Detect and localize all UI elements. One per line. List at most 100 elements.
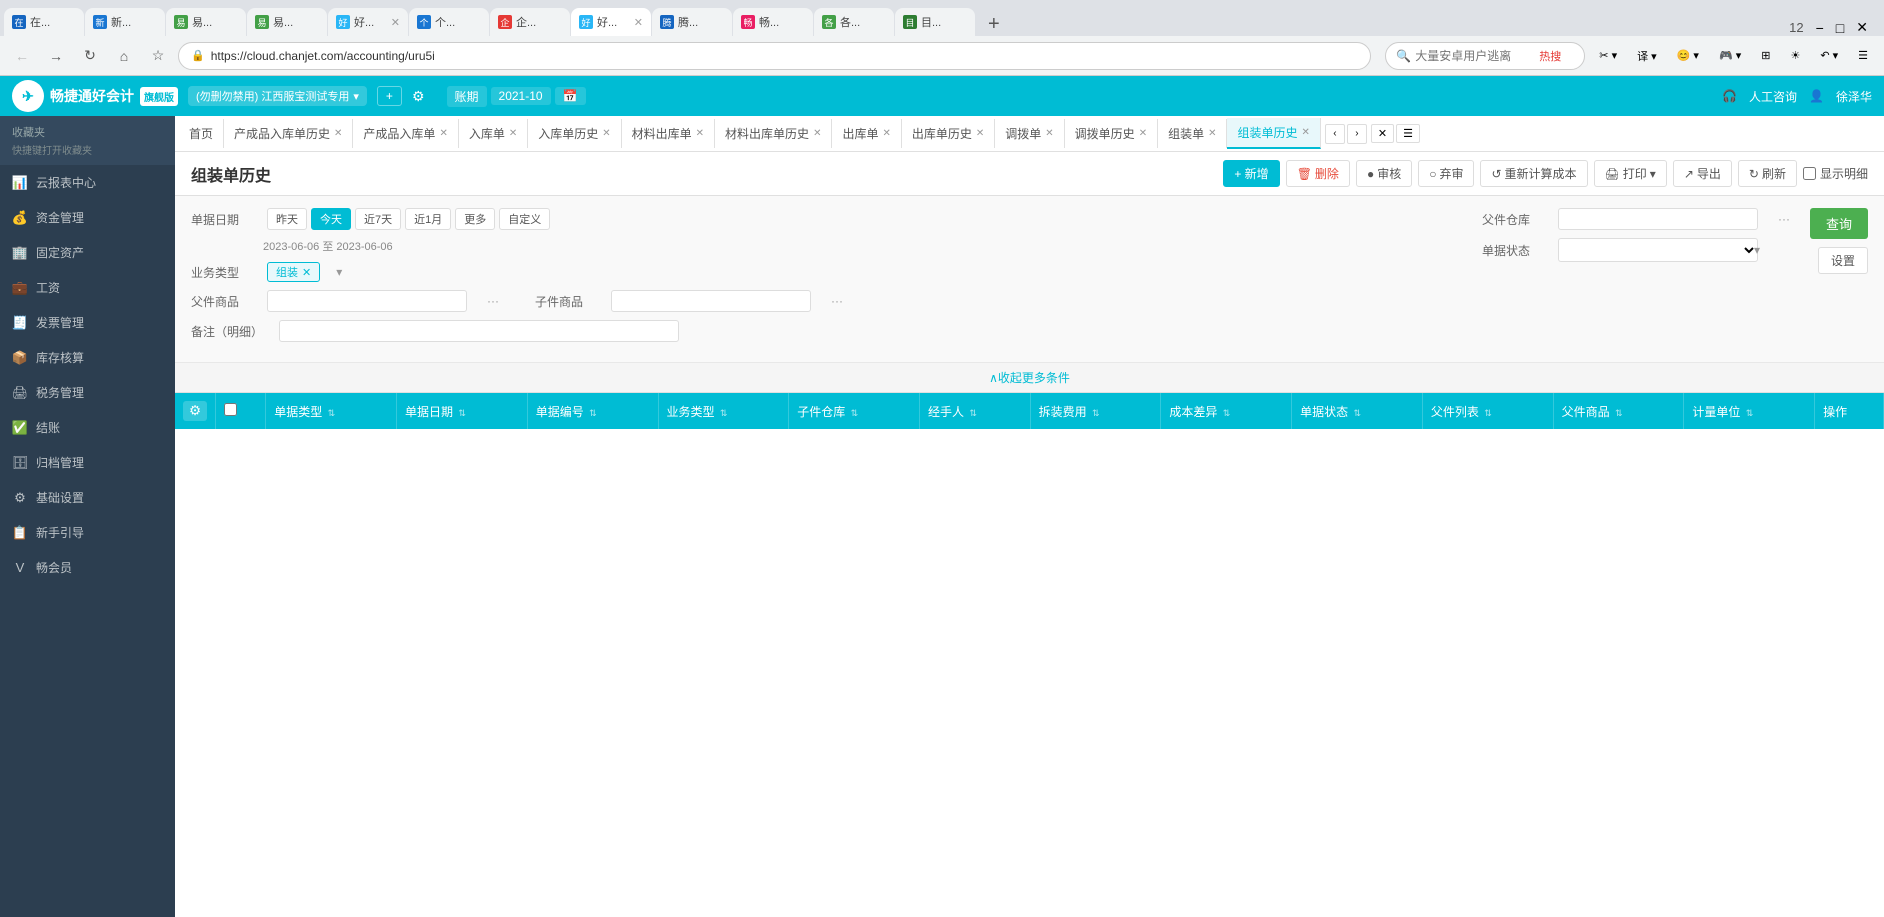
main-tab-4-close[interactable]: ✕ [602,128,610,139]
tab-scroll-right[interactable]: › [1347,124,1367,144]
sidebar-item-cloud-report[interactable]: 📊 云报表中心 [0,165,175,200]
child-product-more[interactable]: ··· [831,294,843,308]
close-tab-btn[interactable]: ✕ [1371,124,1394,143]
maximize-button[interactable]: □ [1836,20,1844,36]
browser-tab-4[interactable]: 好 好... ✕ [328,8,408,36]
tab-close-4[interactable]: ✕ [391,16,400,29]
main-tab-4[interactable]: 入库单历史 ✕ [528,119,621,148]
sidebar-item-fixed-assets[interactable]: 🏢 固定资产 [0,235,175,270]
back-button[interactable]: ← [8,42,36,70]
main-tab-7[interactable]: 出库单 ✕ [832,119,901,148]
main-tab-6-close[interactable]: ✕ [813,128,821,139]
home-button[interactable]: ⌂ [110,42,138,70]
game-btn[interactable]: 🎮 ▾ [1711,42,1749,70]
translate-btn[interactable]: 译 ▾ [1629,42,1665,70]
business-type-remove[interactable]: ✕ [302,266,311,279]
browser-tab-3[interactable]: 易 易... [247,8,327,36]
main-tab-10-close[interactable]: ✕ [1139,128,1147,139]
search-input[interactable] [1415,49,1535,63]
col-subwarehouse[interactable]: 子件仓库 ⇅ [789,393,920,429]
main-tab-8-close[interactable]: ✕ [976,128,984,139]
date-btn-1month[interactable]: 近1月 [405,208,451,230]
tab-options-btn[interactable]: ☰ [1396,124,1420,143]
main-tab-7-close[interactable]: ✕ [882,128,890,139]
parent-warehouse-more[interactable]: ··· [1778,212,1790,226]
menu-btn[interactable]: ☰ [1850,42,1876,70]
business-type-dropdown[interactable]: ▾ [336,265,342,279]
scissors-btn[interactable]: ✂ ▾ [1591,42,1625,70]
table-settings-btn[interactable]: ⚙ [183,401,207,421]
parent-product-more[interactable]: ··· [487,294,499,308]
sidebar-item-checkout[interactable]: ✅ 结账 [0,410,175,445]
username[interactable]: 徐泽华 [1836,88,1872,105]
reload-button[interactable]: ↻ [76,42,104,70]
add-button[interactable]: + 新增 [1223,160,1279,187]
col-handler[interactable]: 经手人 ⇅ [920,393,1031,429]
notes-input[interactable] [279,320,679,342]
parent-warehouse-input[interactable] [1558,208,1758,230]
browser-tab-9[interactable]: 畅 畅... [733,8,813,36]
undo-btn[interactable]: ↶ ▾ [1812,42,1846,70]
main-tab-1[interactable]: 产成品入库单历史 ✕ [224,119,353,148]
col-parent-list[interactable]: 父件列表 ⇅ [1422,393,1553,429]
show-detail-checkbox[interactable]: 显示明细 [1803,165,1868,182]
sidebar-item-payroll[interactable]: 💼 工资 [0,270,175,305]
recalculate-button[interactable]: ↺ 重新计算成本 [1480,160,1587,187]
tab-scroll-left[interactable]: ‹ [1325,124,1345,144]
browser-tab-2[interactable]: 易 易... [166,8,246,36]
main-tab-9-close[interactable]: ✕ [1045,128,1053,139]
main-tab-6[interactable]: 材料出库单历史 ✕ [715,119,832,148]
main-tab-2[interactable]: 产成品入库单 ✕ [353,119,458,148]
col-type[interactable]: 单据类型 ⇅ [266,393,397,429]
period-selector[interactable]: 账期 2021-10 📅 [447,86,586,107]
main-tab-3[interactable]: 入库单 ✕ [459,119,528,148]
main-tab-1-close[interactable]: ✕ [334,128,342,139]
hot-search-label[interactable]: 热搜 [1539,48,1561,64]
select-all-checkbox[interactable] [224,403,237,416]
collapse-bar[interactable]: ∧ 收起更多条件 [175,363,1884,393]
main-tab-12[interactable]: 组装单历史 ✕ [1227,118,1320,149]
table-settings-th[interactable]: ⚙ [175,393,215,429]
col-unit[interactable]: 计量单位 ⇅ [1684,393,1815,429]
col-date[interactable]: 单据日期 ⇅ [397,393,528,429]
settings-btn-header[interactable]: ⚙ [412,88,425,105]
query-button[interactable]: 查询 [1810,208,1868,239]
main-tab-10[interactable]: 调拨单历史 ✕ [1065,119,1158,148]
col-parent-product[interactable]: 父件商品 ⇅ [1553,393,1684,429]
col-number[interactable]: 单据编号 ⇅ [527,393,658,429]
abandon-button[interactable]: ○ 弃审 [1418,160,1474,187]
tab-close-7[interactable]: ✕ [634,16,643,29]
col-status[interactable]: 单据状态 ⇅ [1292,393,1423,429]
forward-button[interactable]: → [42,42,70,70]
bookmark-button[interactable]: ☆ [144,42,172,70]
browser-tab-8[interactable]: 腾 腾... [652,8,732,36]
browser-tab-10[interactable]: 各 各... [814,8,894,36]
browser-tab-6[interactable]: 企 企... [490,8,570,36]
date-btn-custom[interactable]: 自定义 [499,208,550,230]
main-tab-home[interactable]: 首页 [179,119,224,148]
sidebar-item-invoice[interactable]: 🧾 发票管理 [0,305,175,340]
main-tab-5-close[interactable]: ✕ [696,128,704,139]
col-cost-diff[interactable]: 成本差异 ⇅ [1161,393,1292,429]
delete-button[interactable]: 🗑 删除 [1286,160,1350,187]
browser-tab-7[interactable]: 好 好... ✕ [571,8,651,36]
emoji-btn[interactable]: 😊 ▾ [1669,42,1707,70]
export-button[interactable]: ↗ 导出 [1673,160,1732,187]
refresh-button[interactable]: ↻ 刷新 [1738,160,1797,187]
table-checkbox-th[interactable] [215,393,265,429]
sidebar-item-inventory[interactable]: 📦 库存核算 [0,340,175,375]
sidebar-item-tax[interactable]: 🖨 税务管理 [0,375,175,410]
main-tab-11-close[interactable]: ✕ [1208,128,1216,139]
minimize-button[interactable]: − [1816,20,1824,36]
sun-btn[interactable]: ☀ [1782,42,1808,70]
sidebar-item-archive[interactable]: 🗄 归档管理 [0,445,175,480]
print-button[interactable]: 🖨 打印 ▾ [1594,160,1667,187]
main-tab-8[interactable]: 出库单历史 ✕ [902,119,995,148]
browser-tab-11[interactable]: 目 目... [895,8,975,36]
sidebar-item-fund[interactable]: 💰 资金管理 [0,200,175,235]
main-tab-9[interactable]: 调拨单 ✕ [995,119,1064,148]
main-tab-5[interactable]: 材料出库单 ✕ [622,119,715,148]
browser-search-bar[interactable]: 🔍 热搜 [1385,42,1585,70]
main-tab-3-close[interactable]: ✕ [509,128,517,139]
company-selector[interactable]: (勿删勿禁用) 江西服宝测试专用 ▾ [188,86,367,106]
